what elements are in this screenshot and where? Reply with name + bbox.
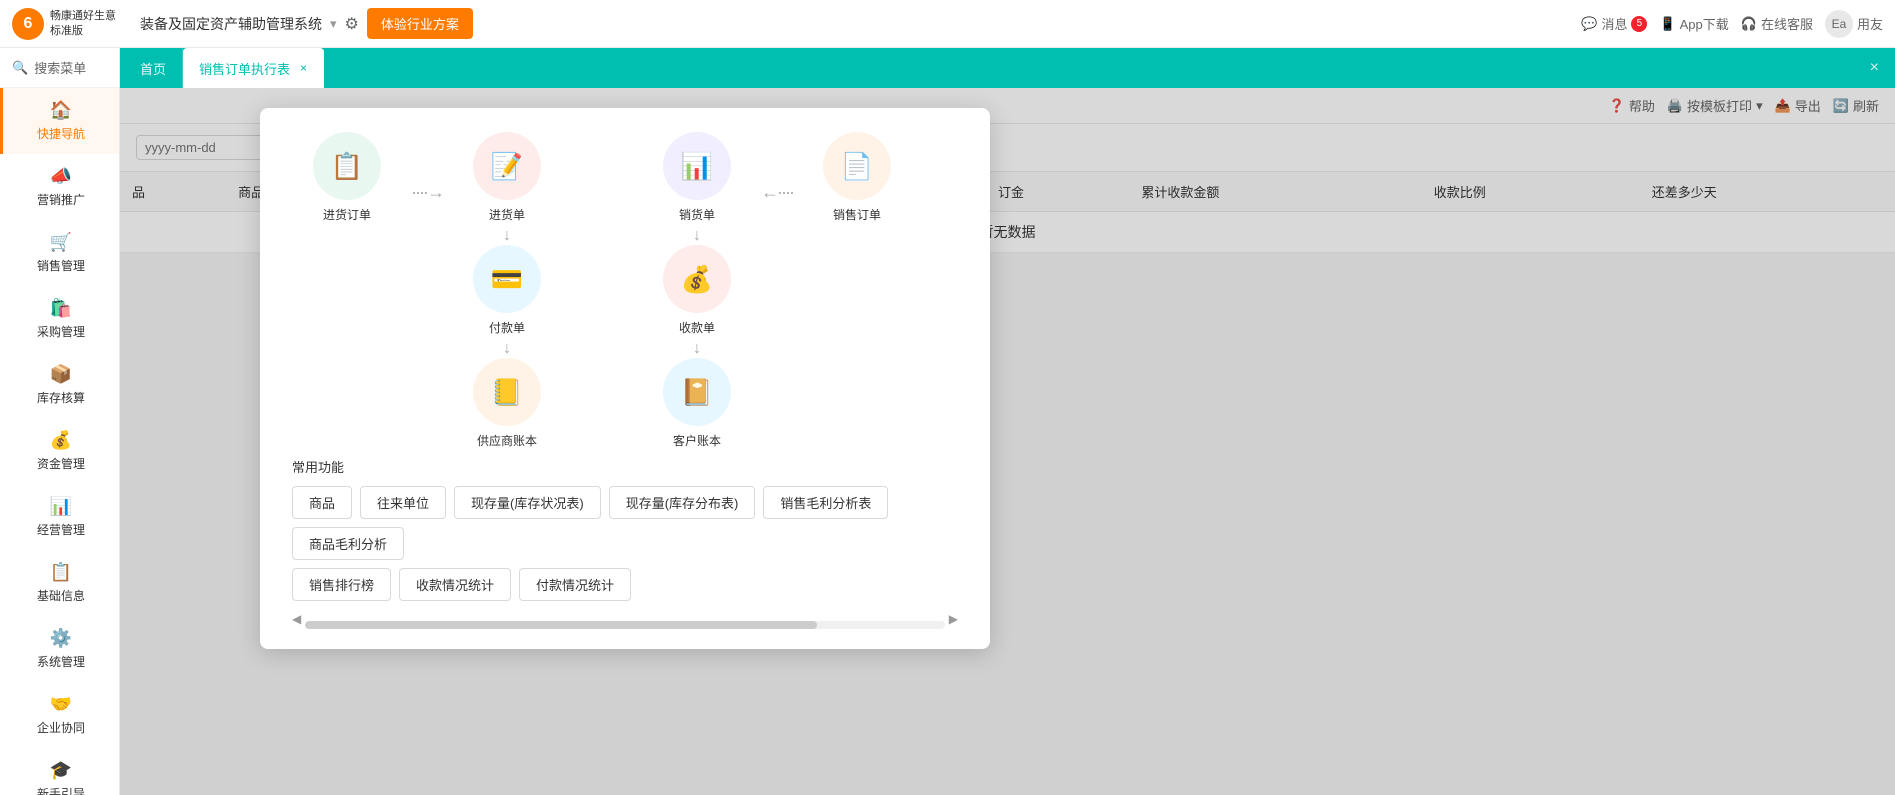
func-btns-row2: 销售排行榜 收款情况统计 付款情况统计 [292,568,958,601]
online-service-button[interactable]: 🎧 在线客服 [1741,14,1813,33]
newbie-icon: 🎓 [50,760,72,781]
tab-close-icon[interactable]: × [300,61,307,75]
popup-box: 📋 进货订单 ····→ 📝 进货单 [260,108,990,649]
func-btns-row1: 商品 往来单位 现存量(库存状况表) 现存量(库存分布表) 销售毛利分析表 商品… [292,486,958,560]
system-title: 装备及固定资产辅助管理系统 [140,14,322,34]
basic-info-icon: 📋 [50,562,72,583]
home-icon: 🏠 [50,100,72,121]
popup-scroll-row: ◀ ▶ [292,609,958,629]
arrow-down-2: ↓ [642,227,752,245]
arrow-down-4: ↓ [642,340,752,358]
sidebar-item-sales[interactable]: 🛒 销售管理 [0,220,119,286]
message-badge: 5 [1631,16,1647,32]
settings-icon[interactable]: ⚙ [345,14,359,34]
flow-node-sales-bill[interactable]: 📊 销货单 [642,132,752,223]
main-layout: 🔍 搜索菜单 🏠 快捷导航 📣 营销推广 🛒 销售管理 🛍️ 采购管理 📦 库存… [0,48,1895,795]
func-btn-5[interactable]: 商品毛利分析 [292,527,404,560]
download-icon: 📱 [1659,16,1675,32]
logo-icon: 6 [12,8,44,40]
sidebar: 🔍 搜索菜单 🏠 快捷导航 📣 营销推广 🛒 销售管理 🛍️ 采购管理 📦 库存… [0,48,120,795]
message-button[interactable]: 💬 消息 5 [1581,14,1647,33]
common-functions-title: 常用功能 [292,457,958,476]
popup-overlay: 📋 进货订单 ····→ 📝 进货单 [120,88,1895,795]
flow-node-receipt-bill[interactable]: 💰 收款单 [642,245,752,336]
sidebar-item-operations[interactable]: 📊 经营管理 [0,484,119,550]
func-btn-6[interactable]: 销售排行榜 [292,568,391,601]
message-icon: 💬 [1581,16,1597,32]
headset-icon: 🎧 [1741,16,1757,32]
sidebar-item-finance[interactable]: 💰 资金管理 [0,418,119,484]
operations-icon: 📊 [50,496,72,517]
arrow-left-1: ←···· [752,182,802,223]
sidebar-item-purchase[interactable]: 🛍️ 采购管理 [0,286,119,352]
scroll-right-arrow[interactable]: ▶ [949,612,958,626]
func-btn-1[interactable]: 往来单位 [360,486,446,519]
system-icon: ⚙️ [50,628,72,649]
sales-order-icon: 📄 [823,132,891,200]
flow-node-supplier-ledger[interactable]: 📒 供应商账本 [452,358,562,449]
app-download-button[interactable]: 📱 App下载 [1659,14,1728,33]
purchase-bill-icon: 📝 [473,132,541,200]
func-btn-8[interactable]: 付款情况统计 [519,568,631,601]
finance-icon: 💰 [50,430,72,451]
func-btn-4[interactable]: 销售毛利分析表 [763,486,888,519]
tab-bar-close-button[interactable]: × [1858,59,1891,77]
main-content: 首页 销售订单执行表 × × ❓ 帮助 🖨️ 按模板打印 ▾ [120,48,1895,795]
sales-bill-icon: 📊 [663,132,731,200]
dropdown-icon[interactable]: ▾ [330,16,337,32]
sidebar-item-marketing[interactable]: 📣 营销推广 [0,154,119,220]
func-btn-7[interactable]: 收款情况统计 [399,568,511,601]
logo-area: 6 畅康通好生意 标准版 [12,8,132,40]
purchase-order-icon: 📋 [313,132,381,200]
avatar: Ea [1825,10,1853,38]
sidebar-item-system[interactable]: ⚙️ 系统管理 [0,616,119,682]
flow-node-sales-order[interactable]: 📄 销售订单 [802,132,912,223]
search-menu[interactable]: 🔍 搜索菜单 [0,48,119,88]
experience-button[interactable]: 体验行业方案 [367,8,473,39]
common-functions: 常用功能 商品 往来单位 现存量(库存状况表) 现存量(库存分布表) 销售毛利分… [292,457,958,601]
page-content: ❓ 帮助 🖨️ 按模板打印 ▾ 📤 导出 🔄 刷新 [120,88,1895,795]
scrollbar-thumb [305,621,817,629]
marketing-icon: 📣 [50,166,72,187]
sidebar-item-inventory[interactable]: 📦 库存核算 [0,352,119,418]
flow-node-purchase-bill[interactable]: 📝 进货单 [452,132,562,223]
top-bar: 6 畅康通好生意 标准版 装备及固定资产辅助管理系统 ▾ ⚙ 体验行业方案 💬 … [0,0,1895,48]
sidebar-item-basic-info[interactable]: 📋 基础信息 [0,550,119,616]
tab-sales-exec[interactable]: 销售订单执行表 × [183,48,324,88]
flow-node-payment-bill[interactable]: 💳 付款单 [452,245,562,336]
enterprise-icon: 🤝 [50,694,72,715]
sales-icon: 🛒 [50,232,72,253]
func-btn-0[interactable]: 商品 [292,486,352,519]
top-bar-actions: 💬 消息 5 📱 App下载 🎧 在线客服 Ea 用友 [1581,10,1883,38]
arrow-down-3: ↓ [452,340,562,358]
arrow-down-1: ↓ [452,227,562,245]
supplier-ledger-icon: 📒 [473,358,541,426]
payment-bill-icon: 💳 [473,245,541,313]
tab-bar: 首页 销售订单执行表 × × [120,48,1895,88]
flow-node-customer-ledger[interactable]: 📔 客户账本 [642,358,752,449]
popup-scrollbar[interactable] [305,621,945,629]
sidebar-item-newbie[interactable]: 🎓 新手引导 [0,748,119,795]
logo-text: 畅康通好生意 标准版 [50,9,116,38]
flow-node-purchase-order[interactable]: 📋 进货订单 [292,132,402,223]
search-icon: 🔍 [12,60,28,76]
func-btn-2[interactable]: 现存量(库存状况表) [454,486,601,519]
sidebar-item-quick-nav[interactable]: 🏠 快捷导航 [0,88,119,154]
arrow-right-1: ····→ [402,182,452,223]
sidebar-item-enterprise[interactable]: 🤝 企业协同 [0,682,119,748]
purchase-icon: 🛍️ [50,298,72,319]
inventory-icon: 📦 [50,364,72,385]
scroll-left-arrow[interactable]: ◀ [292,612,301,626]
func-btn-3[interactable]: 现存量(库存分布表) [609,486,756,519]
user-menu[interactable]: Ea 用友 [1825,10,1883,38]
tab-home[interactable]: 首页 [124,48,183,88]
customer-ledger-icon: 📔 [663,358,731,426]
receipt-bill-icon: 💰 [663,245,731,313]
